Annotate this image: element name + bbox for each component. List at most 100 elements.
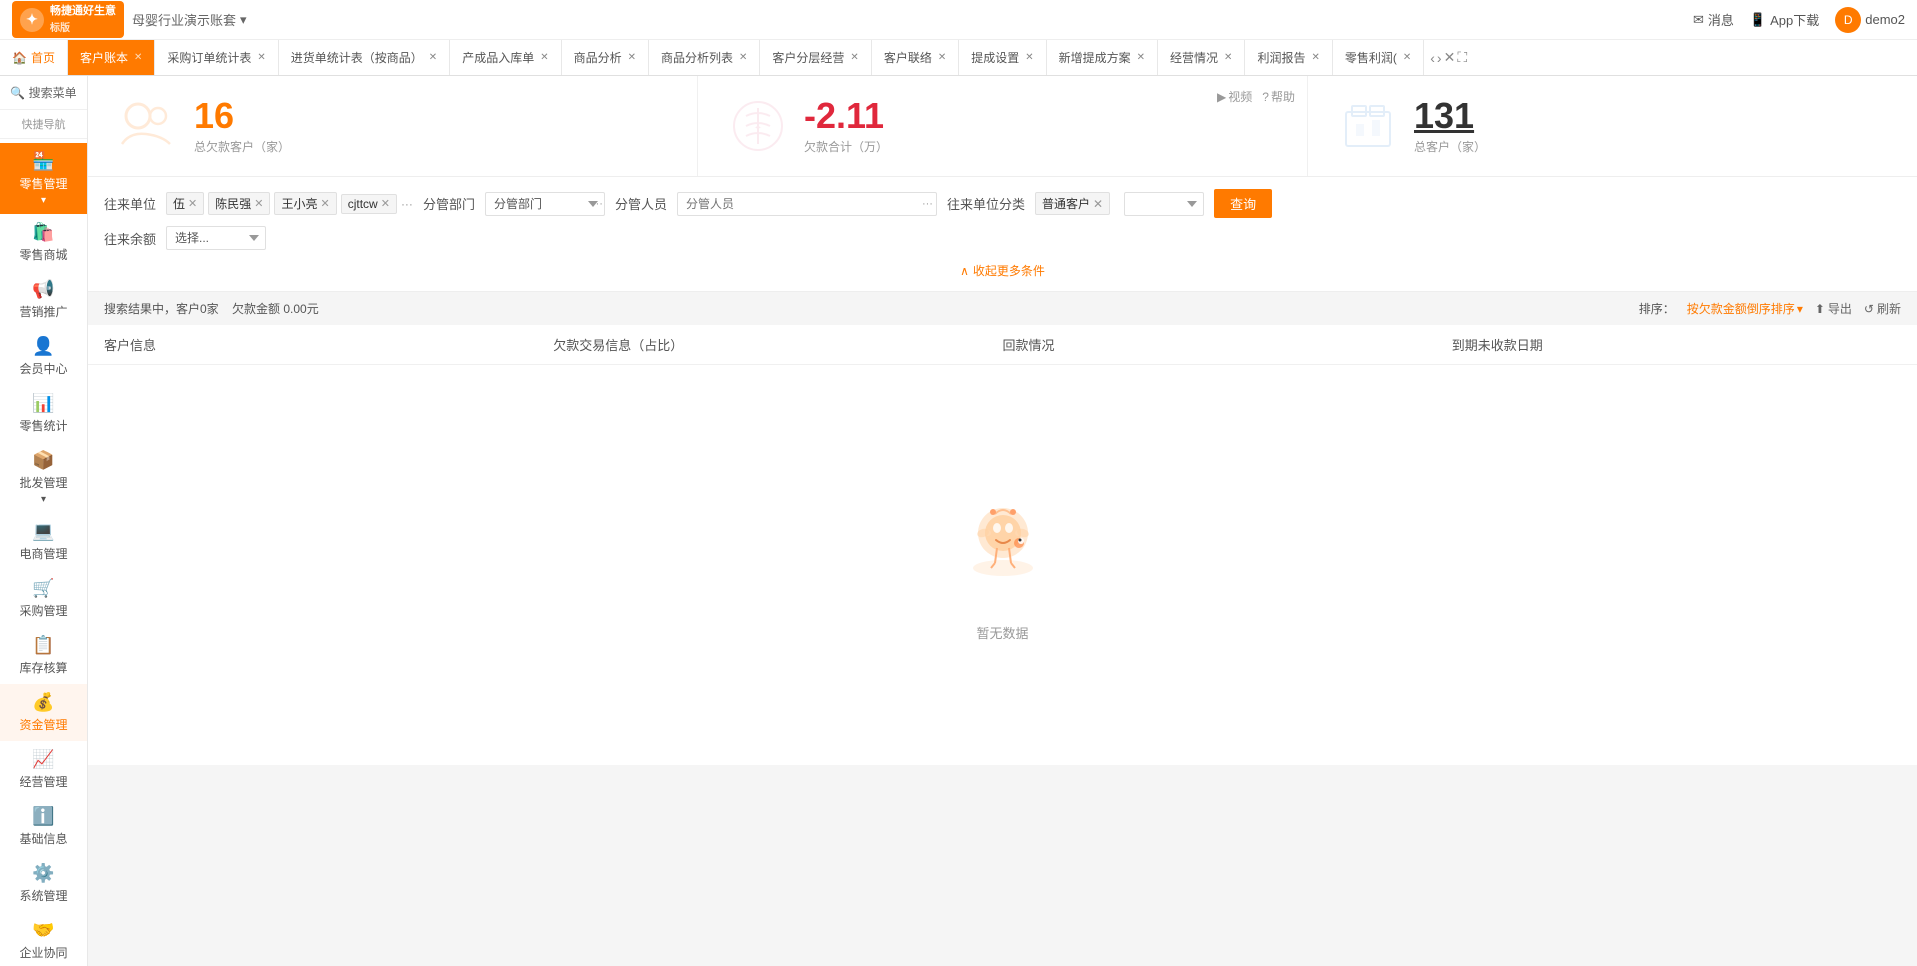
stat-video-help: ▶ 视频 ? 帮助 xyxy=(1217,88,1295,105)
marketing-icon: 📢 xyxy=(32,279,54,300)
person-input-wrapper: ··· xyxy=(677,192,937,216)
quick-nav-btn[interactable]: 快捷导航 xyxy=(0,110,87,139)
tab-promotion[interactable]: 提成设置 ✕ xyxy=(959,40,1046,76)
collapse-btn[interactable]: ∧ 收起更多条件 xyxy=(104,258,1901,283)
filter-bar: 往来单位 伍 ✕ 陈民强 ✕ 王小亮 ✕ cjttcw xyxy=(88,177,1917,292)
tab-close-customer-contact[interactable]: ✕ xyxy=(938,52,946,63)
tab-customer-account[interactable]: 客户账本 ✕ xyxy=(68,40,155,76)
tab-customer-tier[interactable]: 客户分层经营 ✕ xyxy=(760,40,871,76)
tab-more-icon[interactable]: ✕ xyxy=(1444,49,1456,66)
sidebar-item-label-system: 系统管理 xyxy=(19,887,67,904)
sidebar-search-area: 🔍 搜索菜单 xyxy=(0,76,87,110)
tab-fullscreen-icon[interactable]: ⛶ xyxy=(1457,49,1467,66)
export-btn[interactable]: ⬆ 导出 xyxy=(1815,300,1852,317)
dept-select[interactable]: 分管部门 xyxy=(485,192,605,216)
search-result-actions: 排序： 按欠款金额倒序排序 ▾ ⬆ 导出 ↺ 刷新 xyxy=(1639,300,1901,317)
help-btn[interactable]: ? 帮助 xyxy=(1262,88,1295,105)
logo[interactable]: ✦ 畅捷通好生意 标版 xyxy=(12,1,124,37)
sidebar-item-operation-mgmt[interactable]: 📈 经营管理 xyxy=(0,741,87,798)
filter-more-btn[interactable]: ··· xyxy=(401,197,413,211)
sidebar-item-retail-mall[interactable]: 🛍️ 零售商城 xyxy=(0,214,87,271)
sort-arrow-icon: ▾ xyxy=(1797,302,1803,316)
search-menu-btn[interactable]: 🔍 搜索菜单 xyxy=(8,84,79,101)
filter-tag-chen: 陈民强 ✕ xyxy=(208,192,270,215)
user-menu[interactable]: D demo2 xyxy=(1835,7,1905,33)
sidebar-item-marketing[interactable]: 📢 营销推广 xyxy=(0,271,87,328)
query-btn[interactable]: 查询 xyxy=(1214,189,1272,218)
sidebar-item-system[interactable]: ⚙️ 系统管理 xyxy=(0,855,87,912)
inventory-icon: 📋 xyxy=(32,635,54,656)
account-selector[interactable]: 母婴行业演示账套 ▾ xyxy=(132,10,247,29)
tab-next-icon[interactable]: › xyxy=(1437,50,1442,66)
sort-link[interactable]: 按欠款金额倒序排序 ▾ xyxy=(1687,300,1803,317)
sidebar-item-retail-mgmt[interactable]: 🏪 零售管理 ▾ xyxy=(0,143,87,214)
stat-card-credit-customers: 16 总欠款客户（家） xyxy=(88,76,698,176)
refresh-btn[interactable]: ↺ 刷新 xyxy=(1864,300,1901,317)
tab-product-analysis-list[interactable]: 商品分析列表 ✕ xyxy=(649,40,760,76)
person-input[interactable] xyxy=(677,192,937,216)
sidebar-item-member[interactable]: 👤 会员中心 xyxy=(0,328,87,385)
tab-purchase-order[interactable]: 采购订单统计表 ✕ xyxy=(155,40,278,76)
tab-inventory-stats[interactable]: 进货单统计表（按商品） ✕ xyxy=(279,40,450,76)
table-col-credit-info: 欠款交易信息（占比） xyxy=(553,335,1002,354)
tab-prev-icon[interactable]: ‹ xyxy=(1430,50,1435,66)
tag-wu-remove[interactable]: ✕ xyxy=(188,197,197,210)
tab-close-customer-account[interactable]: ✕ xyxy=(134,52,142,63)
tab-purchase-order-label: 采购订单统计表 xyxy=(167,49,251,66)
sort-label: 按欠款金额倒序排序 xyxy=(1687,300,1795,317)
filter-tag-cjttcw: cjttcw ✕ xyxy=(341,194,397,214)
sidebar-item-label-operation: 经营管理 xyxy=(19,773,67,790)
home-icon: 🏠 xyxy=(12,51,27,65)
phone-icon: 📱 xyxy=(1750,12,1766,28)
tab-product-analysis-label: 商品分析 xyxy=(574,49,622,66)
unit-class-select[interactable] xyxy=(1124,192,1204,216)
sidebar-item-enterprise-coop[interactable]: 🤝 企业协同 xyxy=(0,912,87,966)
tab-close-inventory[interactable]: ✕ xyxy=(429,52,437,63)
message-btn[interactable]: ✉ 消息 xyxy=(1693,10,1734,29)
tab-operation[interactable]: 经营情况 ✕ xyxy=(1158,40,1245,76)
tab-close-customer-tier[interactable]: ✕ xyxy=(850,52,858,63)
tab-close-product-storage[interactable]: ✕ xyxy=(540,52,548,63)
sidebar-item-inventory[interactable]: 📋 库存核算 xyxy=(0,627,87,684)
tab-close-product-analysis-list[interactable]: ✕ xyxy=(739,52,747,63)
tab-close-retail-profit[interactable]: ✕ xyxy=(1403,52,1411,63)
stat-card-credit-total: ✦ -2.11 欠款合计（万） ▶ 视频 ? 帮助 xyxy=(698,76,1308,176)
tab-retail-profit[interactable]: 零售利润( ✕ xyxy=(1333,40,1424,76)
sidebar-item-ecommerce[interactable]: 💻 电商管理 xyxy=(0,513,87,570)
tab-close-promotion[interactable]: ✕ xyxy=(1025,52,1033,63)
total-customers-label: 总客户（家） xyxy=(1414,138,1486,155)
data-table: 客户信息 欠款交易信息（占比） 回款情况 到期未收款日期 xyxy=(88,325,1917,765)
sidebar-item-purchase[interactable]: 🛒 采购管理 xyxy=(0,570,87,627)
stat-card-total-customers: 131 总客户（家） xyxy=(1308,76,1917,176)
sidebar-item-capital[interactable]: 💰 资金管理 xyxy=(0,684,87,741)
app-download-btn[interactable]: 📱 App下载 xyxy=(1750,10,1819,29)
tab-close-new-plan[interactable]: ✕ xyxy=(1137,52,1145,63)
logo-sub: 标版 xyxy=(50,19,116,34)
refresh-label: 刷新 xyxy=(1877,300,1901,317)
tag-cjttcw-remove[interactable]: ✕ xyxy=(381,197,390,210)
result-count: 搜索结果中，客户0家 xyxy=(104,302,219,316)
remainder-select[interactable]: 选择... xyxy=(166,226,266,250)
tab-customer-contact[interactable]: 客户联络 ✕ xyxy=(872,40,959,76)
tab-close-product-analysis[interactable]: ✕ xyxy=(628,52,636,63)
tab-new-plan[interactable]: 新增提成方案 ✕ xyxy=(1047,40,1158,76)
video-btn[interactable]: ▶ 视频 xyxy=(1217,88,1252,105)
tab-home[interactable]: 🏠 首页 xyxy=(0,40,68,76)
collapse-btn-label: 收起更多条件 xyxy=(973,262,1045,279)
tab-product-analysis[interactable]: 商品分析 ✕ xyxy=(562,40,649,76)
sidebar-item-retail-stats[interactable]: 📊 零售统计 xyxy=(0,385,87,442)
tab-close-purchase-order[interactable]: ✕ xyxy=(257,52,265,63)
tab-product-storage[interactable]: 产成品入库单 ✕ xyxy=(450,40,561,76)
normal-customer-remove[interactable]: ✕ xyxy=(1093,197,1103,211)
tab-close-profit-report[interactable]: ✕ xyxy=(1311,52,1319,63)
sidebar-item-basic-info[interactable]: ℹ️ 基础信息 xyxy=(0,798,87,855)
sidebar-item-wholesale[interactable]: 📦 批发管理 ▾ xyxy=(0,442,87,513)
tab-profit-report[interactable]: 利润报告 ✕ xyxy=(1245,40,1332,76)
tag-chen-remove[interactable]: ✕ xyxy=(254,197,263,210)
tab-close-operation[interactable]: ✕ xyxy=(1224,52,1232,63)
ecommerce-icon: 💻 xyxy=(32,521,54,542)
unit-class-select-wrapper xyxy=(1124,192,1204,216)
topbar-right: ✉ 消息 📱 App下载 D demo2 xyxy=(1693,7,1905,33)
filter-row-2: 往来余额 选择... xyxy=(104,226,1901,250)
tag-wang-remove[interactable]: ✕ xyxy=(321,197,330,210)
